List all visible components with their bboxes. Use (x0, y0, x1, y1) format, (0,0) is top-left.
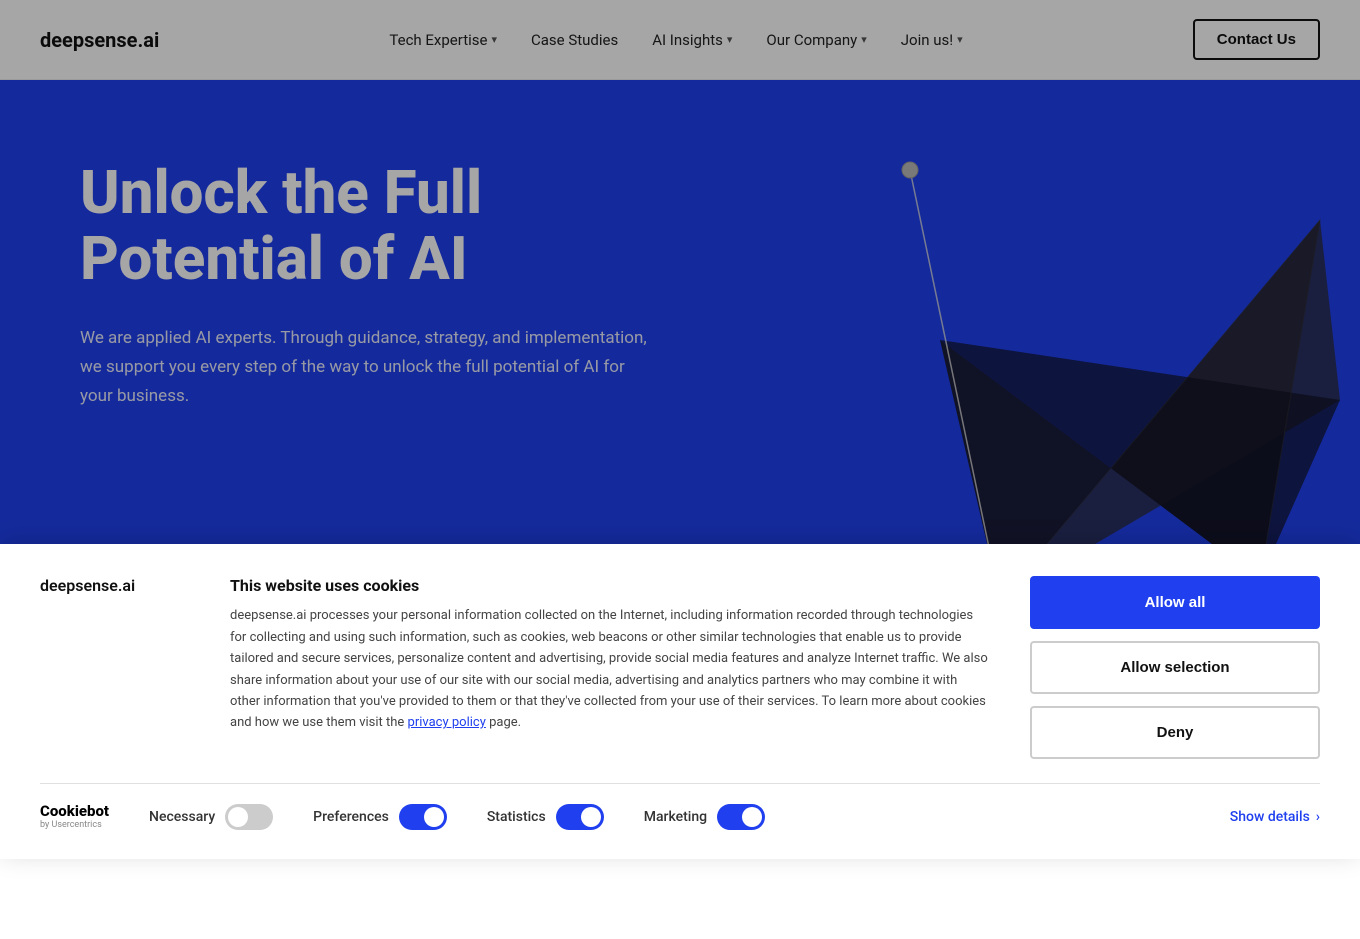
deny-button[interactable]: Deny (1030, 706, 1320, 759)
cookie-body: deepsense.ai processes your personal inf… (230, 605, 990, 734)
chevron-right-icon: › (1316, 809, 1320, 825)
privacy-policy-link[interactable]: privacy policy (408, 715, 486, 730)
toggle-necessary-switch[interactable] (225, 804, 273, 830)
cookie-buttons: Allow all Allow selection Deny (1030, 576, 1320, 759)
toggle-preferences: Preferences (313, 804, 447, 830)
toggle-necessary: Necessary (149, 804, 273, 830)
cookie-content: This website uses cookies deepsense.ai p… (230, 576, 990, 734)
toggle-marketing: Marketing (644, 804, 765, 830)
cookie-banner: deepsense.ai This website uses cookies d… (0, 544, 1360, 859)
toggle-statistics-switch[interactable] (556, 804, 604, 830)
cookie-site-logo: deepsense.ai (40, 576, 135, 595)
show-details-link[interactable]: Show details › (1230, 809, 1320, 825)
allow-selection-button[interactable]: Allow selection (1030, 641, 1320, 694)
cookiebot-logo: Cookiebot by Usercentrics (40, 802, 109, 831)
allow-all-button[interactable]: Allow all (1030, 576, 1320, 629)
cookie-logo-area: deepsense.ai (40, 576, 190, 595)
cookie-title: This website uses cookies (230, 576, 990, 595)
cookie-overlay: deepsense.ai This website uses cookies d… (0, 0, 1360, 859)
toggle-marketing-switch[interactable] (717, 804, 765, 830)
toggle-statistics: Statistics (487, 804, 604, 830)
cookie-main: deepsense.ai This website uses cookies d… (40, 576, 1320, 759)
cookie-footer: Cookiebot by Usercentrics Necessary Pref… (40, 783, 1320, 831)
toggle-preferences-switch[interactable] (399, 804, 447, 830)
